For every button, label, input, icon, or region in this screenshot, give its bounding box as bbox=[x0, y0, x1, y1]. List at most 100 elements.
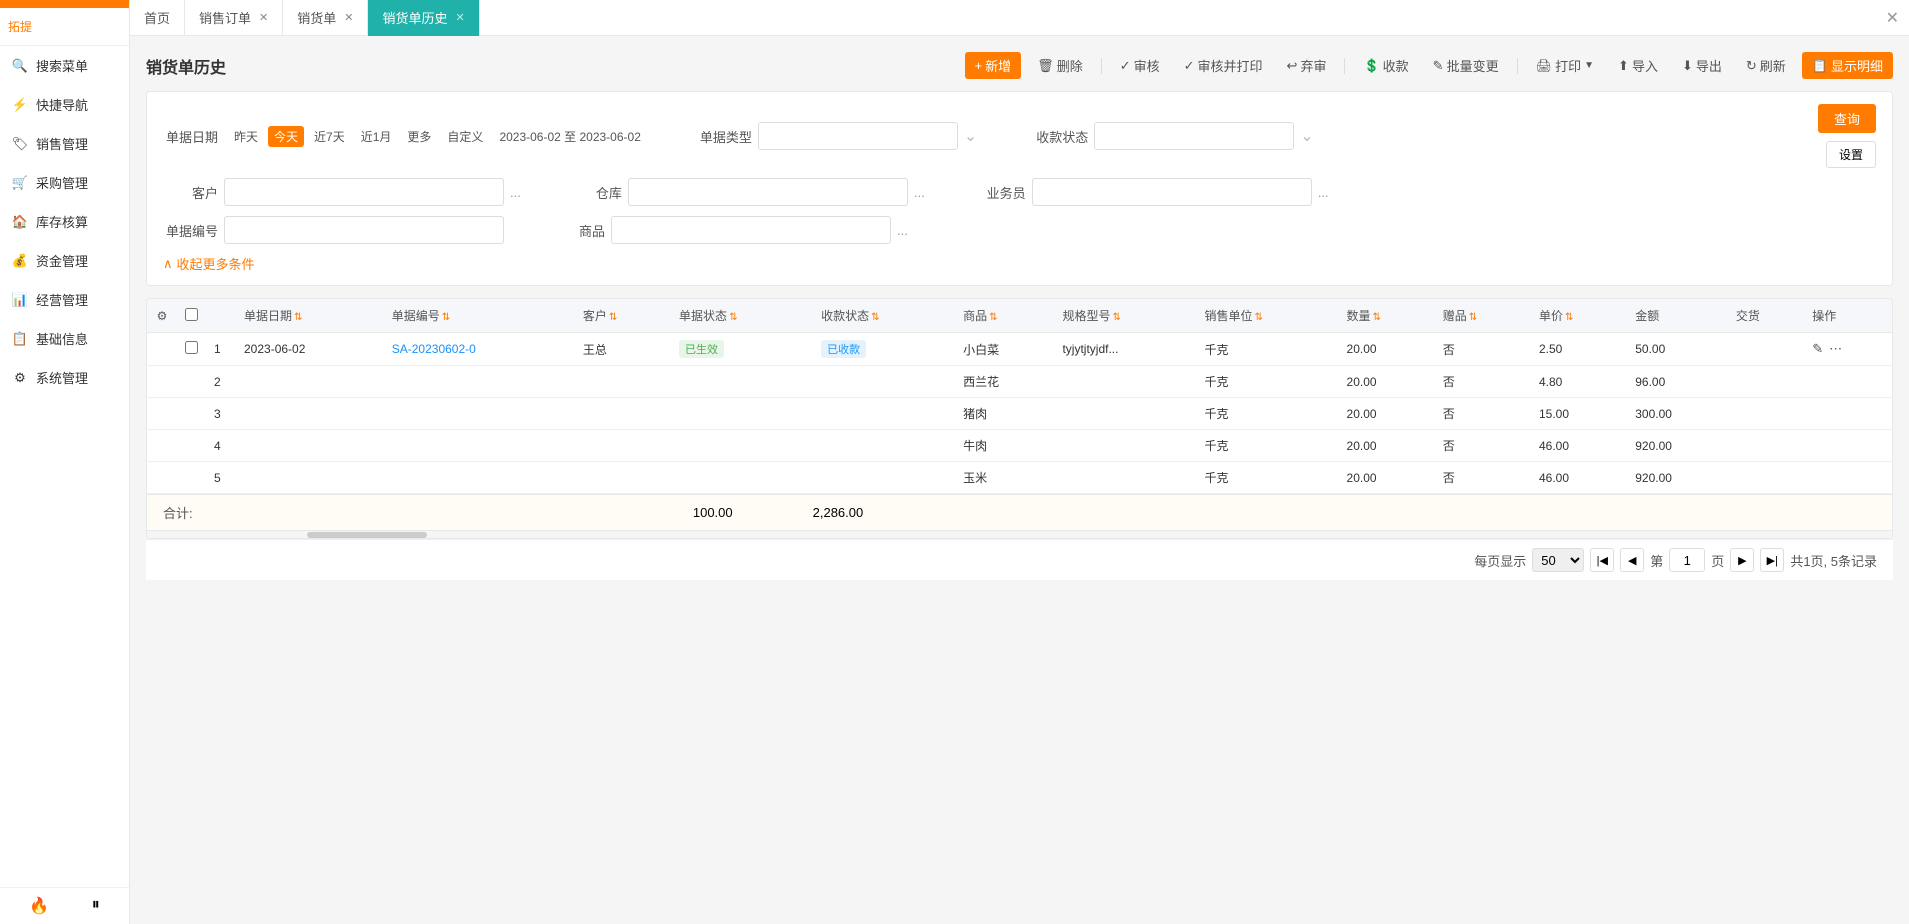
fire-icon[interactable]: 🔥 bbox=[29, 896, 49, 916]
select-all-checkbox[interactable] bbox=[185, 308, 198, 321]
col-gift[interactable]: 赠品⇅ bbox=[1435, 299, 1531, 333]
cell-amount: 920.00 bbox=[1627, 430, 1728, 462]
prev-page-btn[interactable]: ◀ bbox=[1620, 548, 1644, 572]
sidebar-item-purchase[interactable]: 🛒 采购管理 bbox=[0, 163, 129, 202]
query-button[interactable]: 查询 bbox=[1818, 104, 1876, 133]
type-chevron-icon[interactable]: ⌄ bbox=[964, 126, 977, 146]
cell-docno[interactable]: SA-20230602-0 bbox=[384, 333, 575, 366]
table-row: 1 2023-06-02 SA-20230602-0 王总 已生效 已收款 小白… bbox=[147, 333, 1892, 366]
delete-button[interactable]: 🗑 删除 bbox=[1029, 52, 1091, 79]
col-qty[interactable]: 数量⇅ bbox=[1339, 299, 1435, 333]
per-page-select[interactable]: 50 100 200 bbox=[1532, 548, 1584, 572]
next-page-btn[interactable]: ▶ bbox=[1730, 548, 1754, 572]
print-button[interactable]: 🖨 打印 ▼ bbox=[1528, 52, 1602, 79]
col-settings[interactable]: ⚙ bbox=[147, 299, 177, 333]
cell-checkbox[interactable] bbox=[177, 333, 206, 366]
sidebar-item-finance[interactable]: 💰 资金管理 bbox=[0, 241, 129, 280]
table-row: 5 玉米 千克 20.00 否 46.00 920.00 bbox=[147, 462, 1892, 494]
col-customer[interactable]: 客户⇅ bbox=[575, 299, 671, 333]
audit-print-button[interactable]: ✓ 审核并打印 bbox=[1176, 52, 1271, 79]
cell-docno[interactable] bbox=[384, 462, 575, 494]
print-icon: 🖨 bbox=[1536, 58, 1553, 74]
sidebar-item-quicknav[interactable]: ⚡ 快捷导航 bbox=[0, 85, 129, 124]
warehouse-input[interactable] bbox=[628, 178, 908, 206]
col-checkbox[interactable] bbox=[177, 299, 206, 333]
docno-input[interactable] bbox=[224, 216, 504, 244]
cell-checkbox[interactable] bbox=[177, 398, 206, 430]
col-goods[interactable]: 商品⇅ bbox=[955, 299, 1054, 333]
filter-settings-button[interactable]: 设置 bbox=[1826, 141, 1876, 168]
col-spec[interactable]: 规格型号⇅ bbox=[1054, 299, 1196, 333]
warehouse-ellipsis[interactable]: ... bbox=[914, 185, 925, 200]
staff-label: 业务员 bbox=[971, 183, 1026, 202]
sidebar-item-system[interactable]: ⚙ 系统管理 bbox=[0, 358, 129, 397]
col-date[interactable]: 单据日期⇅ bbox=[236, 299, 384, 333]
tab-home[interactable]: 首页 bbox=[130, 0, 185, 36]
last-page-btn[interactable]: ▶| bbox=[1760, 548, 1784, 572]
cell-docno[interactable] bbox=[384, 430, 575, 462]
cell-doc-status bbox=[671, 398, 813, 430]
staff-ellipsis[interactable]: ... bbox=[1318, 185, 1329, 200]
cell-checkbox[interactable] bbox=[177, 366, 206, 398]
tab-sales-history[interactable]: 销货单历史 ✕ bbox=[368, 0, 479, 36]
tab-sales-history-close[interactable]: ✕ bbox=[456, 11, 465, 24]
cell-spec bbox=[1054, 398, 1196, 430]
cell-gift: 否 bbox=[1435, 366, 1531, 398]
col-docno[interactable]: 单据编号⇅ bbox=[384, 299, 575, 333]
date-custom-btn[interactable]: 自定义 bbox=[441, 126, 489, 147]
sidebar-item-basic[interactable]: 📋 基础信息 bbox=[0, 319, 129, 358]
goods-input[interactable] bbox=[611, 216, 891, 244]
receive-button[interactable]: 💲 收款 bbox=[1355, 52, 1416, 79]
batch-change-button[interactable]: ✎ 批量变更 bbox=[1425, 52, 1507, 79]
tab-sales-order[interactable]: 销售订单 ✕ bbox=[185, 0, 283, 36]
tab-sales-delivery[interactable]: 销货单 ✕ bbox=[283, 0, 368, 36]
date-1month-btn[interactable]: 近1月 bbox=[355, 126, 398, 147]
cell-docno[interactable] bbox=[384, 398, 575, 430]
sidebar-item-operation[interactable]: 📊 经营管理 bbox=[0, 280, 129, 319]
pay-status-chevron-icon[interactable]: ⌄ bbox=[1300, 126, 1313, 146]
scrollbar-thumb[interactable] bbox=[307, 532, 427, 538]
cell-checkbox[interactable] bbox=[177, 462, 206, 494]
staff-input[interactable] bbox=[1032, 178, 1312, 206]
query-area: 查询 设置 bbox=[1796, 104, 1876, 168]
cell-docno[interactable] bbox=[384, 366, 575, 398]
cell-goods: 西兰花 bbox=[955, 366, 1054, 398]
goods-ellipsis[interactable]: ... bbox=[897, 223, 908, 238]
more-icon[interactable]: ⋯ bbox=[1829, 341, 1842, 357]
sidebar-item-sales[interactable]: 🏷 销售管理 bbox=[0, 124, 129, 163]
first-page-btn[interactable]: |◀ bbox=[1590, 548, 1614, 572]
audit-button[interactable]: ✓ 审核 bbox=[1112, 52, 1168, 79]
edit-icon[interactable]: ✎ bbox=[1812, 341, 1823, 357]
collapse-button[interactable]: ∧ 收起更多条件 bbox=[163, 254, 1876, 273]
cell-index: 3 bbox=[206, 398, 236, 430]
export-button[interactable]: ⬇ 导出 bbox=[1674, 52, 1730, 79]
page-input[interactable] bbox=[1669, 548, 1705, 572]
close-all-tabs-button[interactable]: ✕ bbox=[1876, 8, 1909, 28]
table-row: 4 牛肉 千克 20.00 否 46.00 920.00 bbox=[147, 430, 1892, 462]
pay-status-select[interactable] bbox=[1094, 122, 1294, 150]
col-price[interactable]: 单价⇅ bbox=[1531, 299, 1627, 333]
cell-checkbox[interactable] bbox=[177, 430, 206, 462]
sidebar-item-search[interactable]: 🔍 搜索菜单 bbox=[0, 46, 129, 85]
cell-gift: 否 bbox=[1435, 333, 1531, 366]
customer-input[interactable] bbox=[224, 178, 504, 206]
date-today-btn[interactable]: 今天 bbox=[268, 126, 304, 147]
abandon-button[interactable]: ↩ 弃审 bbox=[1279, 52, 1335, 79]
tab-sales-order-close[interactable]: ✕ bbox=[259, 11, 268, 24]
new-button[interactable]: + 新增 bbox=[965, 52, 1022, 79]
sidebar-item-label: 搜索菜单 bbox=[36, 56, 88, 75]
date-yesterday-btn[interactable]: 昨天 bbox=[228, 126, 264, 147]
type-select[interactable] bbox=[758, 122, 958, 150]
date-7days-btn[interactable]: 近7天 bbox=[308, 126, 351, 147]
date-more-btn[interactable]: 更多 bbox=[401, 126, 437, 147]
col-doc-status[interactable]: 单据状态⇅ bbox=[671, 299, 813, 333]
show-detail-button[interactable]: 📋 显示明细 bbox=[1802, 52, 1893, 79]
col-pay-status[interactable]: 收款状态⇅ bbox=[813, 299, 955, 333]
col-unit[interactable]: 销售单位⇅ bbox=[1196, 299, 1338, 333]
sidebar-item-inventory[interactable]: 🏠 库存核算 bbox=[0, 202, 129, 241]
tab-sales-delivery-close[interactable]: ✕ bbox=[344, 11, 353, 24]
pause-icon[interactable]: ⏸ bbox=[92, 896, 100, 916]
customer-ellipsis[interactable]: ... bbox=[510, 185, 521, 200]
import-button[interactable]: ⬆ 导入 bbox=[1610, 52, 1666, 79]
refresh-button[interactable]: ↻ 刷新 bbox=[1738, 52, 1794, 79]
